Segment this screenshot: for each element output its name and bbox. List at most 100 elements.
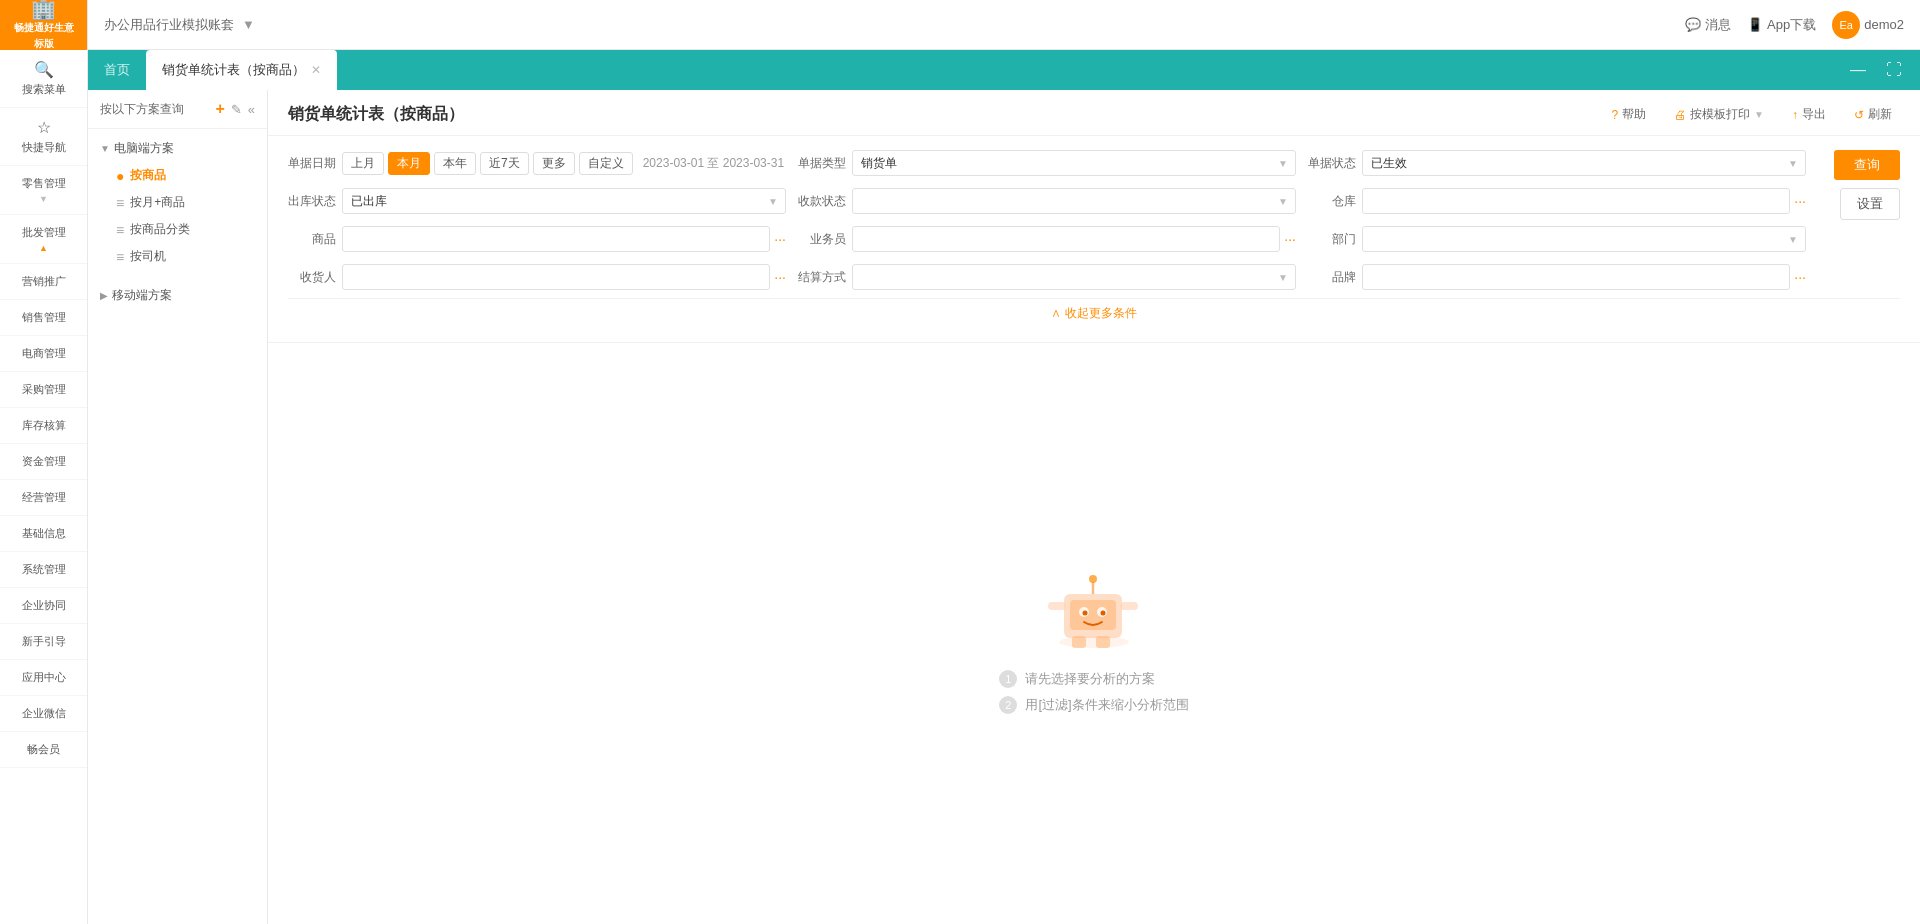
- tree-item-by-category[interactable]: ≡ 按商品分类: [88, 216, 267, 243]
- custom-btn[interactable]: 自定义: [579, 152, 633, 175]
- sidebar-item-quick-nav[interactable]: ☆ 快捷导航: [0, 108, 87, 166]
- sidebar-item-inventory[interactable]: 库存核算: [0, 408, 87, 444]
- left-panel-actions: + ✎ «: [215, 100, 255, 118]
- prev-month-btn[interactable]: 上月: [342, 152, 384, 175]
- department-select[interactable]: [1362, 226, 1806, 252]
- sidebar-item-operations[interactable]: 经营管理: [0, 480, 87, 516]
- tab-home[interactable]: 首页: [88, 50, 146, 90]
- doc-type-select[interactable]: 销货单: [852, 150, 1296, 176]
- print-icon: 🖨: [1674, 108, 1686, 122]
- salesperson-input[interactable]: [852, 226, 1280, 252]
- collapse-conditions-btn[interactable]: ∧ 收起更多条件: [288, 298, 1900, 328]
- message-btn[interactable]: 💬 消息: [1685, 16, 1731, 34]
- svg-rect-9: [1048, 602, 1066, 610]
- tab-maximize-btn[interactable]: ⛶: [1880, 56, 1908, 84]
- department-cell: 部门: [1308, 226, 1806, 252]
- add-scheme-btn[interactable]: +: [215, 100, 224, 118]
- brand-input[interactable]: [1362, 264, 1790, 290]
- empty-tip-1: 1 请先选择要分析的方案: [999, 670, 1188, 688]
- export-btn[interactable]: ↑ 导出: [1784, 102, 1834, 127]
- warehouse-control: ···: [1362, 188, 1806, 214]
- product-more-btn[interactable]: ···: [774, 231, 786, 247]
- warehouse-input[interactable]: [1362, 188, 1790, 214]
- brand-more-btn[interactable]: ···: [1794, 269, 1806, 285]
- salesperson-control: ···: [852, 226, 1296, 252]
- sidebar-item-wechat[interactable]: 企业微信: [0, 696, 87, 732]
- receiver-cell: 收货人 ···: [288, 264, 786, 290]
- this-year-btn[interactable]: 本年: [434, 152, 476, 175]
- salesperson-more-btn[interactable]: ···: [1284, 231, 1296, 247]
- sidebar-item-finance[interactable]: 资金管理: [0, 444, 87, 480]
- edit-scheme-btn[interactable]: ✎: [231, 102, 242, 117]
- template-print-btn[interactable]: 🖨 按模板打印 ▼: [1666, 102, 1772, 127]
- product-label: 商品: [288, 231, 336, 248]
- sidebar-item-member[interactable]: 畅会员: [0, 732, 87, 768]
- sidebar-item-label: 应用中心: [22, 670, 66, 685]
- refresh-btn[interactable]: ↺ 刷新: [1846, 102, 1900, 127]
- sidebar-item-wholesale[interactable]: 批发管理 ▲: [0, 215, 87, 264]
- receiver-control: ···: [342, 264, 786, 290]
- page-title: 销货单统计表（按商品）: [288, 104, 464, 125]
- filter-actions: 查询 设置: [1806, 150, 1900, 220]
- doc-type-select-wrap: 销货单: [852, 150, 1296, 176]
- app-download-btn[interactable]: 📱 App下载: [1747, 16, 1816, 34]
- tab-close-icon[interactable]: ✕: [311, 63, 321, 77]
- out-status-cell: 出库状态 已出库: [288, 188, 786, 214]
- page-actions: ? 帮助 🖨 按模板打印 ▼ ↑ 导出 ↺ 刷新: [1603, 102, 1900, 127]
- sidebar-item-label: 经营管理: [22, 490, 66, 505]
- tree-group-pc-header[interactable]: ▼ 电脑端方案: [88, 135, 267, 162]
- tree-group-mobile-header[interactable]: ▶ 移动端方案: [88, 282, 267, 309]
- tab-sales-stat[interactable]: 销货单统计表（按商品） ✕: [146, 50, 337, 90]
- logo-icon: 🏢: [31, 0, 56, 19]
- help-btn[interactable]: ? 帮助: [1603, 102, 1654, 127]
- list-icon: ≡: [116, 249, 124, 265]
- sidebar-item-basic-info[interactable]: 基础信息: [0, 516, 87, 552]
- dropdown-icon[interactable]: ▼: [242, 17, 255, 32]
- logo-text: 畅捷通好生意: [14, 21, 74, 35]
- this-month-btn[interactable]: 本月: [388, 152, 430, 175]
- sidebar-item-ecommerce[interactable]: 电商管理: [0, 336, 87, 372]
- list-icon: ≡: [116, 222, 124, 238]
- sidebar-item-label: 库存核算: [22, 418, 66, 433]
- filter-area: 单据日期 上月 本月 本年 近7天 更多 自定义 2023-03-01 至 20…: [268, 136, 1920, 343]
- sidebar-item-guide[interactable]: 新手引导: [0, 624, 87, 660]
- svg-point-5: [1083, 610, 1088, 615]
- last-7-days-btn[interactable]: 近7天: [480, 152, 529, 175]
- sidebar-item-label: 营销推广: [22, 274, 66, 289]
- tree-item-by-product[interactable]: ● 按商品: [88, 162, 267, 189]
- sidebar-item-retail[interactable]: 零售管理 ▼: [0, 166, 87, 215]
- warehouse-more-btn[interactable]: ···: [1794, 193, 1806, 209]
- date-label: 单据日期: [288, 155, 336, 172]
- help-icon: ?: [1611, 108, 1618, 122]
- receipt-status-select[interactable]: [852, 188, 1296, 214]
- query-btn[interactable]: 查询: [1834, 150, 1900, 180]
- sidebar-item-marketing[interactable]: 营销推广: [0, 264, 87, 300]
- collapse-panel-btn[interactable]: «: [248, 102, 255, 117]
- tree-item-by-month-product[interactable]: ≡ 按月+商品: [88, 189, 267, 216]
- sidebar-item-purchase[interactable]: 采购管理: [0, 372, 87, 408]
- sidebar-item-app-center[interactable]: 应用中心: [0, 660, 87, 696]
- sidebar-item-search[interactable]: 🔍 搜索菜单: [0, 50, 87, 108]
- empty-icon-wrap: [1034, 554, 1154, 654]
- sidebar-item-cooperation[interactable]: 企业协同: [0, 588, 87, 624]
- export-label: 导出: [1802, 106, 1826, 123]
- left-panel: 按以下方案查询 + ✎ « ▼ 电脑端方案 ● 按商品 ≡ 按月+: [88, 90, 268, 924]
- receiver-input[interactable]: [342, 264, 770, 290]
- product-input[interactable]: [342, 226, 770, 252]
- sidebar-item-system[interactable]: 系统管理: [0, 552, 87, 588]
- tab-minimize-btn[interactable]: —: [1844, 56, 1872, 84]
- template-print-label: 按模板打印: [1690, 106, 1750, 123]
- avatar: Ea: [1832, 11, 1860, 39]
- more-btn[interactable]: 更多: [533, 152, 575, 175]
- user-menu[interactable]: Ea demo2: [1832, 11, 1904, 39]
- payment-select[interactable]: [852, 264, 1296, 290]
- out-status-select[interactable]: 已出库: [342, 188, 786, 214]
- active-icon: ●: [116, 168, 124, 184]
- tip-num-1: 1: [999, 670, 1017, 688]
- sidebar-item-sales[interactable]: 销售管理: [0, 300, 87, 336]
- settings-btn[interactable]: 设置: [1840, 188, 1900, 220]
- payment-cell: 结算方式: [798, 264, 1296, 290]
- receiver-more-btn[interactable]: ···: [774, 269, 786, 285]
- doc-status-select[interactable]: 已生效: [1362, 150, 1806, 176]
- tree-item-by-driver[interactable]: ≡ 按司机: [88, 243, 267, 270]
